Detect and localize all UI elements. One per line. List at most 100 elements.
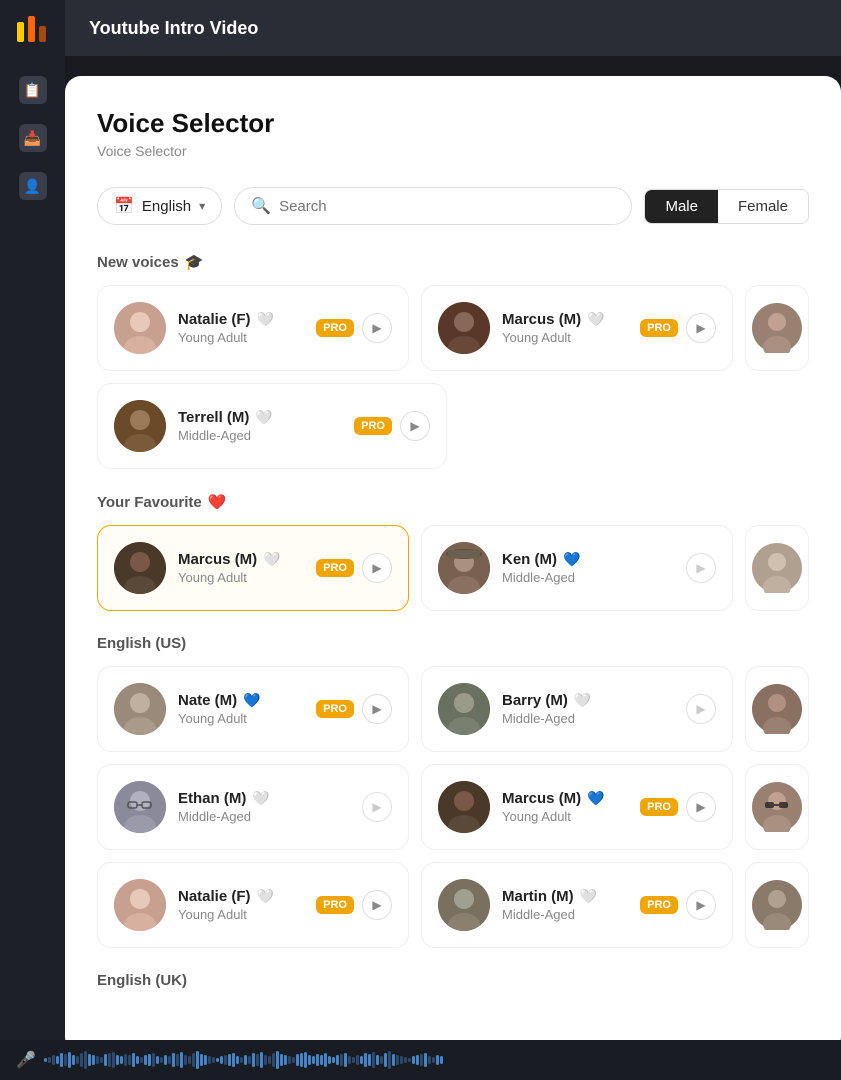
partial-voice-card-4[interactable] — [745, 764, 809, 850]
avatar — [438, 302, 490, 354]
play-button[interactable]: ▶ — [686, 553, 716, 583]
voice-name: Marcus (M) — [502, 790, 581, 807]
voice-age: Middle-Aged — [178, 809, 350, 824]
avatar — [438, 781, 490, 833]
voice-card-natalie-us[interactable]: Natalie (F) 🤍 Young Adult PRO ▶ — [97, 862, 409, 948]
voice-name-row: Marcus (M) 🤍 — [178, 551, 304, 568]
voice-actions: PRO ▶ — [316, 313, 392, 343]
heart-icon[interactable]: 🤍 — [255, 409, 272, 426]
play-button[interactable]: ▶ — [686, 313, 716, 343]
sidebar-icon-user[interactable]: 👤 — [19, 172, 47, 200]
heart-icon[interactable]: 💙 — [587, 790, 604, 807]
voice-card-terrell-m[interactable]: Terrell (M) 🤍 Middle-Aged PRO ▶ — [97, 383, 447, 469]
voice-age: Young Adult — [178, 907, 304, 922]
pro-badge: PRO — [640, 319, 678, 337]
pro-badge: PRO — [316, 700, 354, 718]
play-button[interactable]: ▶ — [362, 792, 392, 822]
voice-info: Natalie (F) 🤍 Young Adult — [178, 888, 304, 922]
pro-badge: PRO — [640, 896, 678, 914]
pro-badge: PRO — [316, 559, 354, 577]
voice-age: Young Adult — [178, 711, 304, 726]
play-button[interactable]: ▶ — [686, 890, 716, 920]
pro-badge: PRO — [640, 798, 678, 816]
sidebar-icon-transcript[interactable]: 📋 — [19, 76, 47, 104]
heart-icon[interactable]: 🤍 — [587, 311, 604, 328]
voice-info: Marcus (M) 🤍 Young Adult — [502, 311, 628, 345]
voice-card-martin-m[interactable]: Martin (M) 🤍 Middle-Aged PRO ▶ — [421, 862, 733, 948]
voice-card-ethan-m[interactable]: Ethan (M) 🤍 Middle-Aged ▶ — [97, 764, 409, 850]
gender-toggle: Male Female — [644, 189, 809, 224]
voice-age: Young Adult — [502, 809, 628, 824]
heart-icon[interactable]: 🤍 — [257, 888, 274, 905]
play-button[interactable]: ▶ — [400, 411, 430, 441]
heart-icon[interactable]: 🤍 — [574, 692, 591, 709]
pro-badge: PRO — [316, 319, 354, 337]
voice-card-natalie-f[interactable]: Natalie (F) 🤍 Young Adult PRO ▶ — [97, 285, 409, 371]
section-your-favourite: Your Favourite ❤️ Marcus (M) — [97, 493, 809, 611]
search-box: 🔍 — [234, 187, 632, 225]
language-selector[interactable]: 📅 English ▾ — [97, 187, 222, 225]
heart-icon[interactable]: 🤍 — [257, 311, 274, 328]
voice-selector-modal: Voice Selector Voice Selector 📅 English … — [65, 76, 841, 1053]
voice-age: Middle-Aged — [178, 428, 342, 443]
waveform: // Generate waveform bars inline const w… — [44, 1048, 825, 1072]
header-title: Youtube Intro Video — [89, 18, 258, 39]
voice-name: Ethan (M) — [178, 790, 246, 807]
voice-actions: PRO ▶ — [316, 553, 392, 583]
search-icon: 🔍 — [251, 196, 271, 216]
voice-age: Middle-Aged — [502, 570, 674, 585]
voice-card-marcus-fav[interactable]: Marcus (M) 🤍 Young Adult PRO ▶ — [97, 525, 409, 611]
heart-icon[interactable]: 🤍 — [252, 790, 269, 807]
partial-voice-card-5[interactable] — [745, 862, 809, 948]
voice-actions: PRO ▶ — [640, 313, 716, 343]
voice-actions: PRO ▶ — [640, 890, 716, 920]
voice-name-row: Marcus (M) 🤍 — [502, 311, 628, 328]
partial-voice-card-3[interactable] — [745, 666, 809, 752]
play-button[interactable]: ▶ — [362, 553, 392, 583]
partial-voice-card[interactable] — [745, 285, 809, 371]
section-title-new-voices: New voices 🎓 — [97, 253, 809, 271]
play-button[interactable]: ▶ — [686, 792, 716, 822]
play-button[interactable]: ▶ — [362, 890, 392, 920]
language-label: English — [142, 198, 191, 215]
voice-card-marcus-m-1[interactable]: Marcus (M) 🤍 Young Adult PRO ▶ — [421, 285, 733, 371]
voice-age: Middle-Aged — [502, 907, 628, 922]
mic-icon: 🎤 — [16, 1050, 36, 1070]
voice-card-barry-m[interactable]: Barry (M) 🤍 Middle-Aged ▶ — [421, 666, 733, 752]
gender-male-button[interactable]: Male — [645, 190, 718, 223]
avatar — [114, 542, 166, 594]
search-input[interactable] — [279, 198, 615, 215]
voice-name-row: Nate (M) 💙 — [178, 692, 304, 709]
voice-info: Ethan (M) 🤍 Middle-Aged — [178, 790, 350, 824]
gender-female-button[interactable]: Female — [718, 190, 808, 223]
voice-name: Terrell (M) — [178, 409, 249, 426]
avatar — [438, 542, 490, 594]
play-button[interactable]: ▶ — [362, 694, 392, 724]
section-title-favourite: Your Favourite ❤️ — [97, 493, 809, 511]
play-button[interactable]: ▶ — [362, 313, 392, 343]
voice-card-nate-m[interactable]: Nate (M) 💙 Young Adult PRO ▶ — [97, 666, 409, 752]
voice-info: Marcus (M) 💙 Young Adult — [502, 790, 628, 824]
voice-actions: PRO ▶ — [640, 792, 716, 822]
voice-age: Young Adult — [178, 570, 304, 585]
voice-age: Middle-Aged — [502, 711, 674, 726]
voice-actions: PRO ▶ — [354, 411, 430, 441]
heart-icon[interactable]: 🤍 — [580, 888, 597, 905]
heart-icon[interactable]: 🤍 — [263, 551, 280, 568]
voice-actions: ▶ — [686, 694, 716, 724]
sidebar-icon-import[interactable]: 📥 — [19, 124, 47, 152]
voice-name: Marcus (M) — [502, 311, 581, 328]
voice-name-row: Barry (M) 🤍 — [502, 692, 674, 709]
voice-card-marcus-us[interactable]: Marcus (M) 💙 Young Adult PRO ▶ — [421, 764, 733, 850]
voice-name: Barry (M) — [502, 692, 568, 709]
play-button[interactable]: ▶ — [686, 694, 716, 724]
voice-age: Young Adult — [502, 330, 628, 345]
heart-icon[interactable]: 💙 — [243, 692, 260, 709]
voice-info: Martin (M) 🤍 Middle-Aged — [502, 888, 628, 922]
partial-voice-card-2[interactable] — [745, 525, 809, 611]
voice-name-row: Marcus (M) 💙 — [502, 790, 628, 807]
avatar — [438, 879, 490, 931]
avatar — [114, 400, 166, 452]
heart-icon[interactable]: 💙 — [563, 551, 580, 568]
voice-card-ken-m[interactable]: Ken (M) 💙 Middle-Aged ▶ — [421, 525, 733, 611]
